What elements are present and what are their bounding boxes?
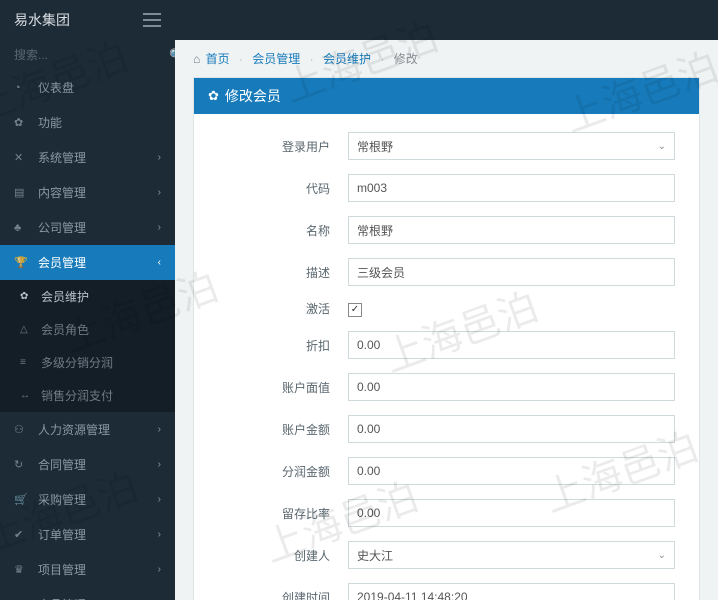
function-icon: ✿ [14,116,32,129]
sidebar-item-system[interactable]: ✕系统管理› [0,140,175,175]
label-login-user: 登录用户 [218,138,348,155]
contract-icon: ↻ [14,458,32,471]
chevron-right-icon: › [158,187,161,198]
chevron-down-icon: ⌄ [658,141,666,152]
chevron-right-icon: › [158,564,161,575]
sidebar-item-product[interactable]: ✎产品管理› [0,587,175,600]
breadcrumb: ⌂ 首页 · 会员管理 · 会员维护 · 修改 [175,40,718,77]
crown-icon: ♛ [14,563,32,576]
hamburger-icon[interactable] [143,13,161,27]
account-face-input[interactable] [348,373,675,401]
chevron-right-icon: › [158,494,161,505]
cart-icon: 🛒 [14,493,32,506]
brand-name: 易水集团 [14,10,70,30]
home-icon: ⌂ [193,52,200,66]
label-create-time: 创建时间 [218,589,348,600]
sub-item-member-role[interactable]: △会员角色 [0,313,175,346]
sidebar-item-dashboard[interactable]: ◔仪表盘 [0,70,175,105]
hr-icon: ⚇ [14,423,32,436]
breadcrumb-member[interactable]: 会员管理 [252,52,300,66]
active-checkbox[interactable]: ✓ [348,303,362,317]
login-user-select[interactable]: 常根野 ⌄ [348,132,675,160]
chevron-left-icon: ‹ [158,257,161,268]
flower-icon: ✿ [20,291,36,302]
dashboard-icon: ◔ [14,82,32,94]
label-discount: 折扣 [218,337,348,354]
label-active: 激活 [218,300,348,317]
label-retain-rate: 留存比率 [218,505,348,522]
label-name: 名称 [218,222,348,239]
system-icon: ✕ [14,151,32,164]
company-icon: ♣ [14,222,32,234]
retain-rate-input[interactable] [348,499,675,527]
swap-icon: ↔ [20,390,36,401]
chevron-right-icon: › [158,424,161,435]
sidebar-item-project[interactable]: ♛项目管理› [0,552,175,587]
sub-item-distribution[interactable]: ≡多级分销分润 [0,346,175,379]
check-icon: ✔ [14,528,32,541]
sidebar-item-contract[interactable]: ↻合同管理› [0,447,175,482]
sub-item-sales-pay[interactable]: ↔销售分润支付 [0,379,175,412]
label-dividend: 分润金额 [218,463,348,480]
label-code: 代码 [218,180,348,197]
content-icon: ▤ [14,186,32,199]
chevron-right-icon: › [158,529,161,540]
label-desc: 描述 [218,264,348,281]
chevron-down-icon: ⌄ [658,550,666,561]
sidebar-item-function[interactable]: ✿功能 [0,105,175,140]
brand-area: 易水集团 [0,10,175,30]
chevron-right-icon: › [158,222,161,233]
sidebar-item-purchase[interactable]: 🛒采购管理› [0,482,175,517]
breadcrumb-current: 修改 [394,52,418,66]
dividend-input[interactable] [348,457,675,485]
code-input[interactable] [348,174,675,202]
gear-icon: ✿ [208,88,219,104]
sidebar-item-member[interactable]: 🏆会员管理‹ [0,245,175,280]
list-icon: ≡ [20,357,36,368]
discount-input[interactable] [348,331,675,359]
sub-item-member-maintain[interactable]: ✿会员维护 [0,280,175,313]
sidebar-item-order[interactable]: ✔订单管理› [0,517,175,552]
sidebar-item-hr[interactable]: ⚇人力资源管理› [0,412,175,447]
panel-header: ✿ 修改会员 [194,78,699,114]
sidebar: 🔍 ◔仪表盘 ✿功能 ✕系统管理› ▤内容管理› ♣公司管理› 🏆会员管理‹ ✿… [0,40,175,600]
name-input[interactable] [348,216,675,244]
label-creator: 创建人 [218,547,348,564]
breadcrumb-home[interactable]: 首页 [206,52,230,66]
chevron-right-icon: › [158,152,161,163]
topbar: 易水集团 [0,0,718,40]
sidebar-item-company[interactable]: ♣公司管理› [0,210,175,245]
label-account-amount: 账户金额 [218,421,348,438]
chevron-right-icon: › [158,459,161,470]
main-content: ⌂ 首页 · 会员管理 · 会员维护 · 修改 ✿ 修改会员 登录用户 常根野 [175,40,718,600]
breadcrumb-maintain[interactable]: 会员维护 [323,52,371,66]
create-time-input[interactable] [348,583,675,600]
triangle-icon: △ [20,324,36,335]
form-panel: ✿ 修改会员 登录用户 常根野 ⌄ 代码 [193,77,700,600]
panel-title: 修改会员 [225,86,281,106]
label-account-face: 账户面值 [218,379,348,396]
sidebar-item-content[interactable]: ▤内容管理› [0,175,175,210]
trophy-icon: 🏆 [14,256,32,269]
search-input[interactable] [14,48,169,62]
sidebar-search[interactable]: 🔍 [0,40,175,70]
desc-input[interactable] [348,258,675,286]
account-amount-input[interactable] [348,415,675,443]
creator-select[interactable]: 史大江 ⌄ [348,541,675,569]
